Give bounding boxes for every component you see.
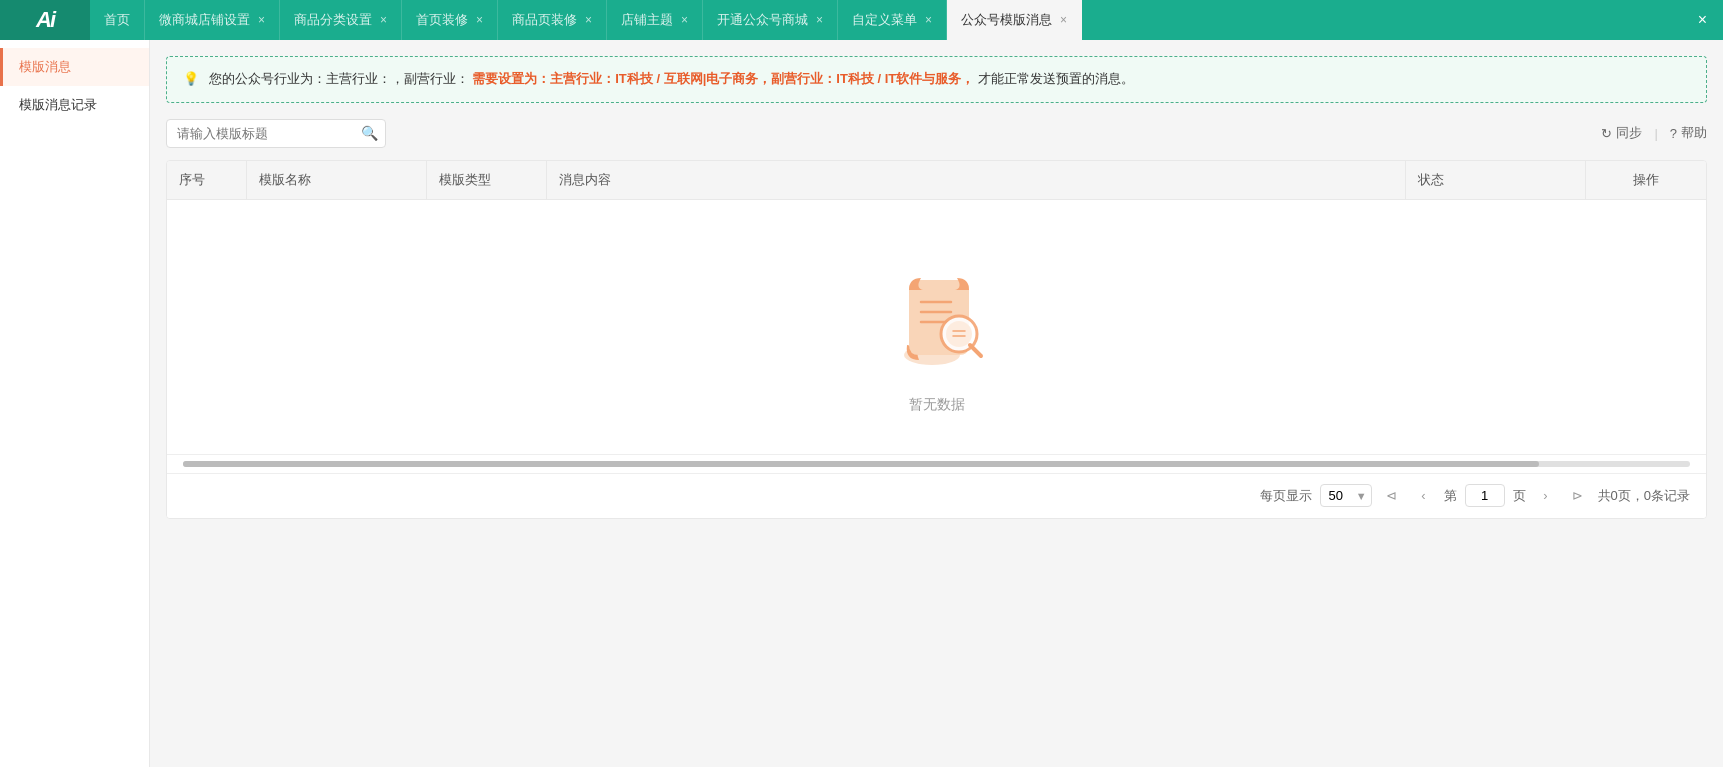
notice-prefix: 您的公众号行业为：主营行业：，副营行业： (209, 71, 469, 86)
content-area: 💡 您的公众号行业为：主营行业：，副营行业： 需要设置为：主营行业：IT科技 /… (150, 40, 1723, 767)
col-action: 操作 (1586, 161, 1706, 199)
tab-item-4[interactable]: 商品页装修× (498, 0, 607, 40)
tab-item-8[interactable]: 公众号模版消息× (947, 0, 1082, 40)
empty-state: 暂无数据 (167, 200, 1706, 454)
scrollbar-track[interactable] (183, 461, 1690, 467)
col-status: 状态 (1406, 161, 1586, 199)
tab-close-1[interactable]: × (258, 14, 265, 26)
tab-item-0[interactable]: 首页 (90, 0, 145, 40)
tab-item-2[interactable]: 商品分类设置× (280, 0, 402, 40)
page-size-select-wrap: 50 20 100 ▼ (1320, 484, 1372, 507)
sync-button[interactable]: ↻ 同步 (1601, 124, 1642, 142)
tab-item-3[interactable]: 首页装修× (402, 0, 498, 40)
bulb-icon: 💡 (183, 71, 199, 86)
tab-close-6[interactable]: × (816, 14, 823, 26)
last-page-button[interactable]: ⊳ (1566, 484, 1590, 508)
sync-icon: ↻ (1601, 126, 1612, 141)
tab-close-2[interactable]: × (380, 14, 387, 26)
pagination: 每页显示 50 20 100 ▼ ⊲ ‹ 第 页 › ⊳ 共0页，0条记录 (167, 473, 1706, 518)
sidebar: 模版消息模版消息记录 (0, 40, 150, 767)
tab-item-5[interactable]: 店铺主题× (607, 0, 703, 40)
notice-suffix: 才能正常发送预置的消息。 (978, 71, 1134, 86)
page-prefix-label: 第 (1444, 487, 1457, 505)
col-type: 模版类型 (427, 161, 547, 199)
scrollbar-area (167, 454, 1706, 473)
col-content: 消息内容 (547, 161, 1406, 199)
search-input-wrap: 🔍 (166, 119, 386, 148)
notice-banner: 💡 您的公众号行业为：主营行业：，副营行业： 需要设置为：主营行业：IT科技 /… (166, 56, 1707, 103)
tab-close-4[interactable]: × (585, 14, 592, 26)
tab-close-3[interactable]: × (476, 14, 483, 26)
search-bar: 🔍 ↻ 同步 | ? 帮助 (166, 119, 1707, 148)
global-close-button[interactable]: × (1682, 0, 1723, 40)
svg-line-6 (970, 345, 981, 356)
search-right: ↻ 同步 | ? 帮助 (1601, 124, 1707, 142)
page-size-select[interactable]: 50 20 100 (1320, 484, 1372, 507)
tab-close-7[interactable]: × (925, 14, 932, 26)
search-button[interactable]: 🔍 (361, 125, 378, 141)
table-wrap: 序号 模版名称 模版类型 消息内容 状态 操作 (166, 160, 1707, 519)
tab-item-1[interactable]: 微商城店铺设置× (145, 0, 280, 40)
next-page-button[interactable]: › (1534, 484, 1558, 508)
help-icon: ? (1670, 126, 1677, 141)
help-label: 帮助 (1681, 124, 1707, 142)
col-index: 序号 (167, 161, 247, 199)
search-left: 🔍 (166, 119, 386, 148)
table-header: 序号 模版名称 模版类型 消息内容 状态 操作 (167, 161, 1706, 200)
sidebar-item-1[interactable]: 模版消息记录 (0, 86, 149, 124)
tab-close-5[interactable]: × (681, 14, 688, 26)
divider: | (1654, 126, 1657, 141)
first-page-button[interactable]: ⊲ (1380, 484, 1404, 508)
empty-illustration (877, 260, 997, 380)
search-input[interactable] (166, 119, 386, 148)
main-layout: 模版消息模版消息记录 💡 您的公众号行业为：主营行业：，副营行业： 需要设置为：… (0, 40, 1723, 767)
prev-page-button[interactable]: ‹ (1412, 484, 1436, 508)
tab-item-6[interactable]: 开通公众号商城× (703, 0, 838, 40)
notice-highlight: 需要设置为：主营行业：IT科技 / 互联网|电子商务，副营行业：IT科技 / I… (472, 71, 974, 86)
page-number-input[interactable] (1465, 484, 1505, 507)
col-name: 模版名称 (247, 161, 427, 199)
page-suffix-label: 页 (1513, 487, 1526, 505)
page-size-label: 每页显示 (1260, 487, 1312, 505)
help-button[interactable]: ? 帮助 (1670, 124, 1707, 142)
tab-close-8[interactable]: × (1060, 14, 1067, 26)
sidebar-item-0[interactable]: 模版消息 (0, 48, 149, 86)
sync-label: 同步 (1616, 124, 1642, 142)
total-label: 共0页，0条记录 (1598, 487, 1690, 505)
tab-item-7[interactable]: 自定义菜单× (838, 0, 947, 40)
logo: Ai (0, 0, 90, 40)
top-nav: Ai 首页微商城店铺设置×商品分类设置×首页装修×商品页装修×店铺主题×开通公众… (0, 0, 1723, 40)
svg-point-5 (946, 321, 972, 347)
empty-text: 暂无数据 (909, 396, 965, 414)
tab-list: 首页微商城店铺设置×商品分类设置×首页装修×商品页装修×店铺主题×开通公众号商城… (90, 0, 1682, 40)
scrollbar-thumb[interactable] (183, 461, 1539, 467)
